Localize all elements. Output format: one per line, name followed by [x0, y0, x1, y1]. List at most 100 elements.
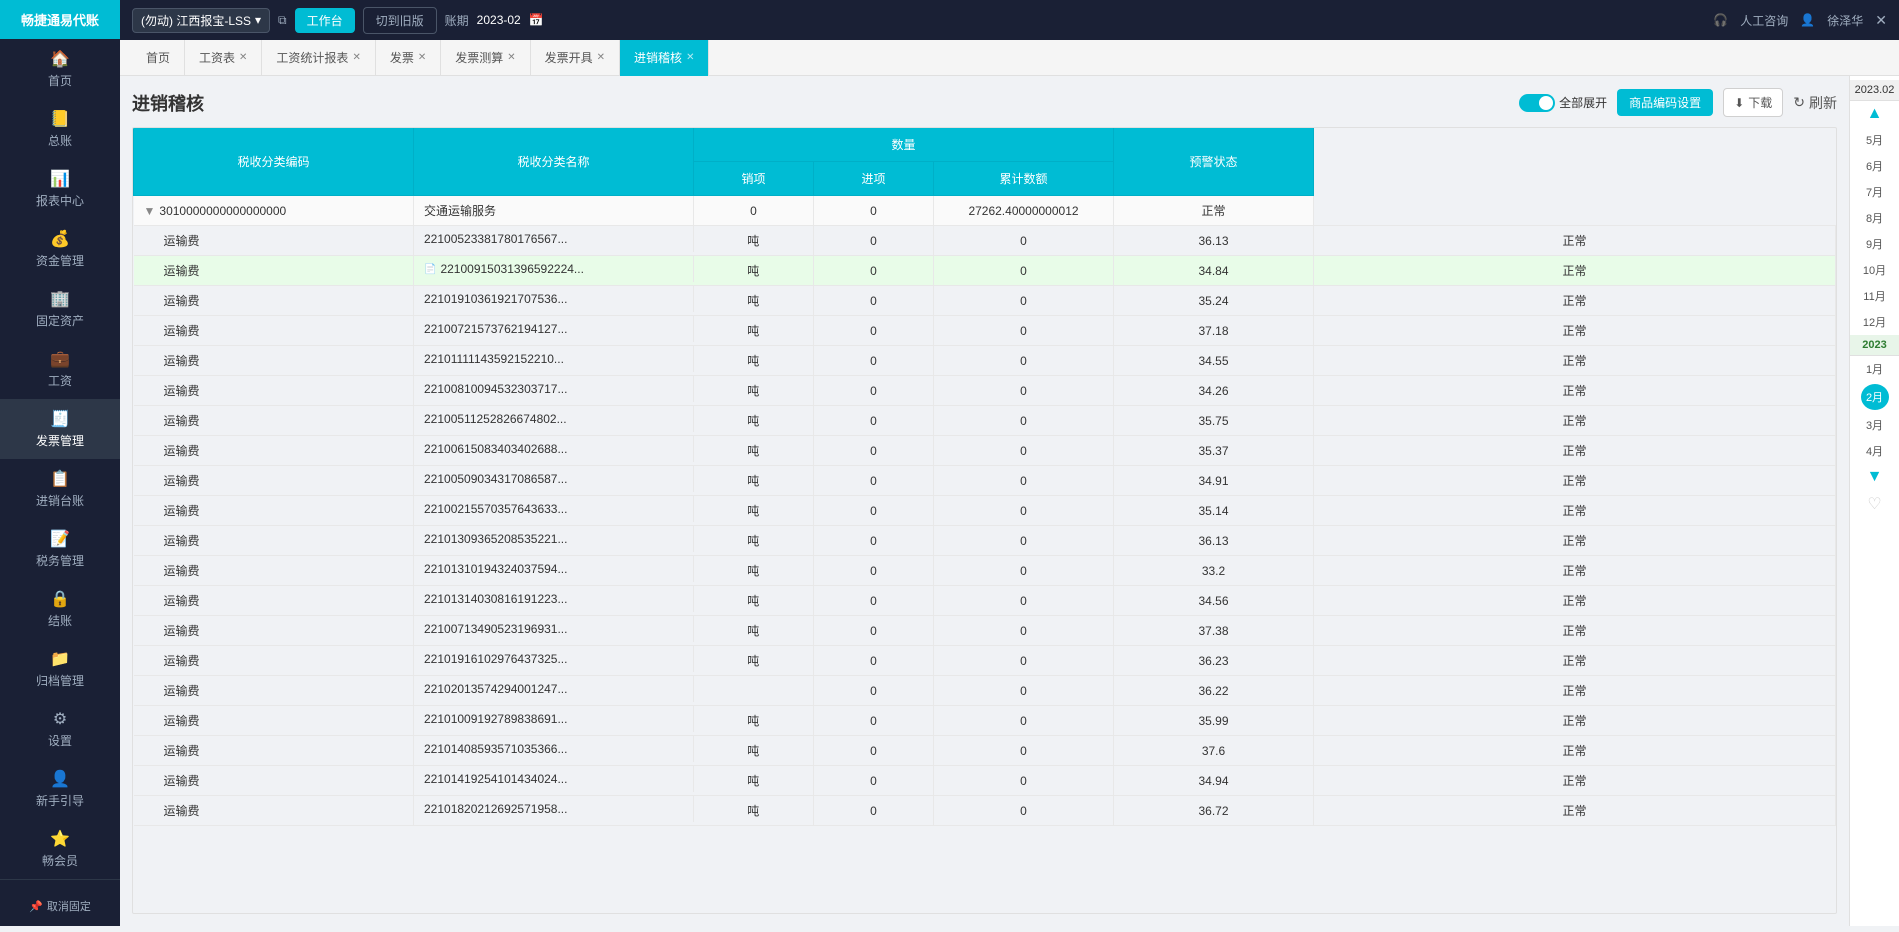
tab-home[interactable]: 首页: [132, 40, 185, 76]
row-cumulative: 35.75: [1114, 406, 1314, 436]
sidebar-item-label: 新手引导: [36, 792, 84, 809]
table-row[interactable]: 运输费 22101111143592152210... 吨 0 0 34.55 …: [134, 346, 1836, 376]
row-code-name: 运输费: [134, 646, 414, 676]
table-row[interactable]: 运输费 22100511252826674802... 吨 0 0 35.75 …: [134, 406, 1836, 436]
sidebar-item-settings[interactable]: ⚙ 设置: [0, 699, 120, 759]
month-11[interactable]: 11月: [1850, 283, 1899, 309]
tab-close-icon[interactable]: ✕: [352, 52, 360, 63]
month-7[interactable]: 7月: [1850, 179, 1899, 205]
table-row[interactable]: 运输费 22101009192789838691... 吨 0 0 35.99 …: [134, 706, 1836, 736]
unpin-button[interactable]: 📌 取消固定: [0, 890, 120, 922]
table-row[interactable]: 运输费 📄 22100915031396592224... 吨 0 0 34.8…: [134, 256, 1836, 286]
sidebar-item-member[interactable]: ⭐ 畅会员: [0, 819, 120, 879]
workspace-button[interactable]: 工作台: [295, 8, 355, 33]
row-status: 正常: [1314, 646, 1836, 676]
sidebar-item-label: 报表中心: [36, 192, 84, 209]
table-row[interactable]: 运输费 22102013574294001247... 0 0 36.22 正常: [134, 676, 1836, 706]
table-row[interactable]: 运输费 22100523381780176567... 吨 0 0 36.13 …: [134, 226, 1836, 256]
tab-invoice-open[interactable]: 发票开具 ✕: [531, 40, 620, 76]
month-6[interactable]: 6月: [1850, 153, 1899, 179]
sidebar-item-tax[interactable]: 📝 税务管理: [0, 519, 120, 579]
table-row[interactable]: 运输费 22101408593571035366... 吨 0 0 37.6 正…: [134, 736, 1836, 766]
row-cumulative: 34.91: [1114, 466, 1314, 496]
sidebar-item-close[interactable]: 🔒 结账: [0, 579, 120, 639]
table-row[interactable]: ▼3010000000000000000 交通运输服务 0 0 27262.40…: [134, 196, 1836, 226]
scroll-down-button[interactable]: ▼: [1863, 464, 1887, 490]
table-row[interactable]: 运输费 22101910361921707536... 吨 0 0 35.24 …: [134, 286, 1836, 316]
row-tag: 吨: [694, 736, 814, 766]
support-label[interactable]: 人工咨询: [1740, 12, 1788, 29]
month-12[interactable]: 12月: [1850, 309, 1899, 335]
table-row[interactable]: 运输费 22101310194324037594... 吨 0 0 33.2 正…: [134, 556, 1836, 586]
row-sales: 0: [814, 616, 934, 646]
th-name: 税收分类名称: [414, 128, 694, 196]
company-selector[interactable]: (勿动) 江西报宝-LSS ▾: [132, 8, 270, 33]
row-tag: 吨: [694, 766, 814, 796]
sidebar-item-label: 进销台账: [36, 492, 84, 509]
table-row[interactable]: 运输费 22101419254101434024... 吨 0 0 34.94 …: [134, 766, 1836, 796]
table-row[interactable]: 运输费 22101314030816191223... 吨 0 0 34.56 …: [134, 586, 1836, 616]
user-name[interactable]: 徐泽华: [1827, 12, 1863, 29]
sidebar-item-invoice[interactable]: 🧾 发票管理: [0, 399, 120, 459]
month-10[interactable]: 10月: [1850, 257, 1899, 283]
month-2-active[interactable]: 2月: [1861, 384, 1889, 410]
row-cumulative: 36.23: [1114, 646, 1314, 676]
table-row[interactable]: 运输费 22100509034317086587... 吨 0 0 34.91 …: [134, 466, 1836, 496]
table-row[interactable]: 运输费 22100810094532303717... 吨 0 0 34.26 …: [134, 376, 1836, 406]
expand-all-toggle[interactable]: [1519, 94, 1555, 112]
tab-close-icon[interactable]: ✕: [418, 52, 426, 63]
table-row[interactable]: 运输费 22100721573762194127... 吨 0 0 37.18 …: [134, 316, 1836, 346]
sidebar-item-salary[interactable]: 💼 工资: [0, 339, 120, 399]
month-9[interactable]: 9月: [1850, 231, 1899, 257]
window-close-icon[interactable]: ✕: [1875, 12, 1887, 29]
tab-close-icon[interactable]: ✕: [507, 52, 515, 63]
tab-invoice-calc[interactable]: 发票测算 ✕: [441, 40, 530, 76]
tab-close-icon[interactable]: ✕: [597, 52, 605, 63]
calendar-icon[interactable]: 📅: [529, 13, 544, 27]
scroll-up-button[interactable]: ▲: [1863, 101, 1887, 127]
download-button[interactable]: ⬇ 下载: [1723, 88, 1783, 117]
row-purchase: 0: [934, 526, 1114, 556]
row-tag: 吨: [694, 226, 814, 256]
month-1[interactable]: 1月: [1850, 356, 1899, 382]
month-5[interactable]: 5月: [1850, 127, 1899, 153]
table-row[interactable]: 运输费 22100615083403402688... 吨 0 0 35.37 …: [134, 436, 1836, 466]
tab-close-icon[interactable]: ✕: [239, 52, 247, 63]
month-4[interactable]: 4月: [1850, 438, 1899, 464]
row-sales: 0: [814, 406, 934, 436]
row-invoice-no: 22101408593571035366...: [414, 736, 694, 762]
row-code-name: 运输费: [134, 616, 414, 646]
table-row[interactable]: 运输费 22101309365208535221... 吨 0 0 36.13 …: [134, 526, 1836, 556]
sidebar-item-ledger[interactable]: 📒 总账: [0, 99, 120, 159]
tab-purchase-check[interactable]: 进销稽核 ✕: [620, 40, 709, 76]
row-status: 正常: [1314, 286, 1836, 316]
table-row[interactable]: 运输费 22101916102976437325... 吨 0 0 36.23 …: [134, 646, 1836, 676]
month-8[interactable]: 8月: [1850, 205, 1899, 231]
sidebar-item-assets[interactable]: 🏢 固定资产: [0, 279, 120, 339]
sidebar-item-archive[interactable]: 📁 归档管理: [0, 639, 120, 699]
row-status: 正常: [1314, 466, 1836, 496]
tab-invoice[interactable]: 发票 ✕: [376, 40, 441, 76]
sidebar-item-newbie[interactable]: 👤 新手引导: [0, 759, 120, 819]
sidebar-item-label: 固定资产: [36, 312, 84, 329]
reports-icon: 📊: [50, 169, 70, 189]
download-icon: ⬇: [1734, 96, 1744, 110]
th-cumulative: 累计数额: [934, 162, 1114, 196]
sidebar-item-funds[interactable]: 💰 资金管理: [0, 219, 120, 279]
switch-version-button[interactable]: 切到旧版: [363, 7, 437, 34]
sidebar-item-purchases[interactable]: 📋 进销台账: [0, 459, 120, 519]
refresh-button[interactable]: ↻ 刷新: [1793, 93, 1837, 113]
row-purchase: 0: [934, 316, 1114, 346]
table-row[interactable]: 运输费 22100215570357643633... 吨 0 0 35.14 …: [134, 496, 1836, 526]
tab-salary-table[interactable]: 工资表 ✕: [185, 40, 262, 76]
month-3[interactable]: 3月: [1850, 412, 1899, 438]
sidebar-item-reports[interactable]: 📊 报表中心: [0, 159, 120, 219]
period-value: 2023-02: [477, 13, 521, 27]
sidebar-item-home[interactable]: 🏠 首页: [0, 39, 120, 99]
table-row[interactable]: 运输费 22101820212692571958... 吨 0 0 36.72 …: [134, 796, 1836, 826]
tab-salary-report[interactable]: 工资统计报表 ✕: [262, 40, 375, 76]
table-row[interactable]: 运输费 22100713490523196931... 吨 0 0 37.38 …: [134, 616, 1836, 646]
tab-close-icon[interactable]: ✕: [686, 52, 694, 63]
copy-icon[interactable]: ⧉: [278, 13, 287, 28]
product-code-settings-button[interactable]: 商品编码设置: [1617, 89, 1713, 116]
